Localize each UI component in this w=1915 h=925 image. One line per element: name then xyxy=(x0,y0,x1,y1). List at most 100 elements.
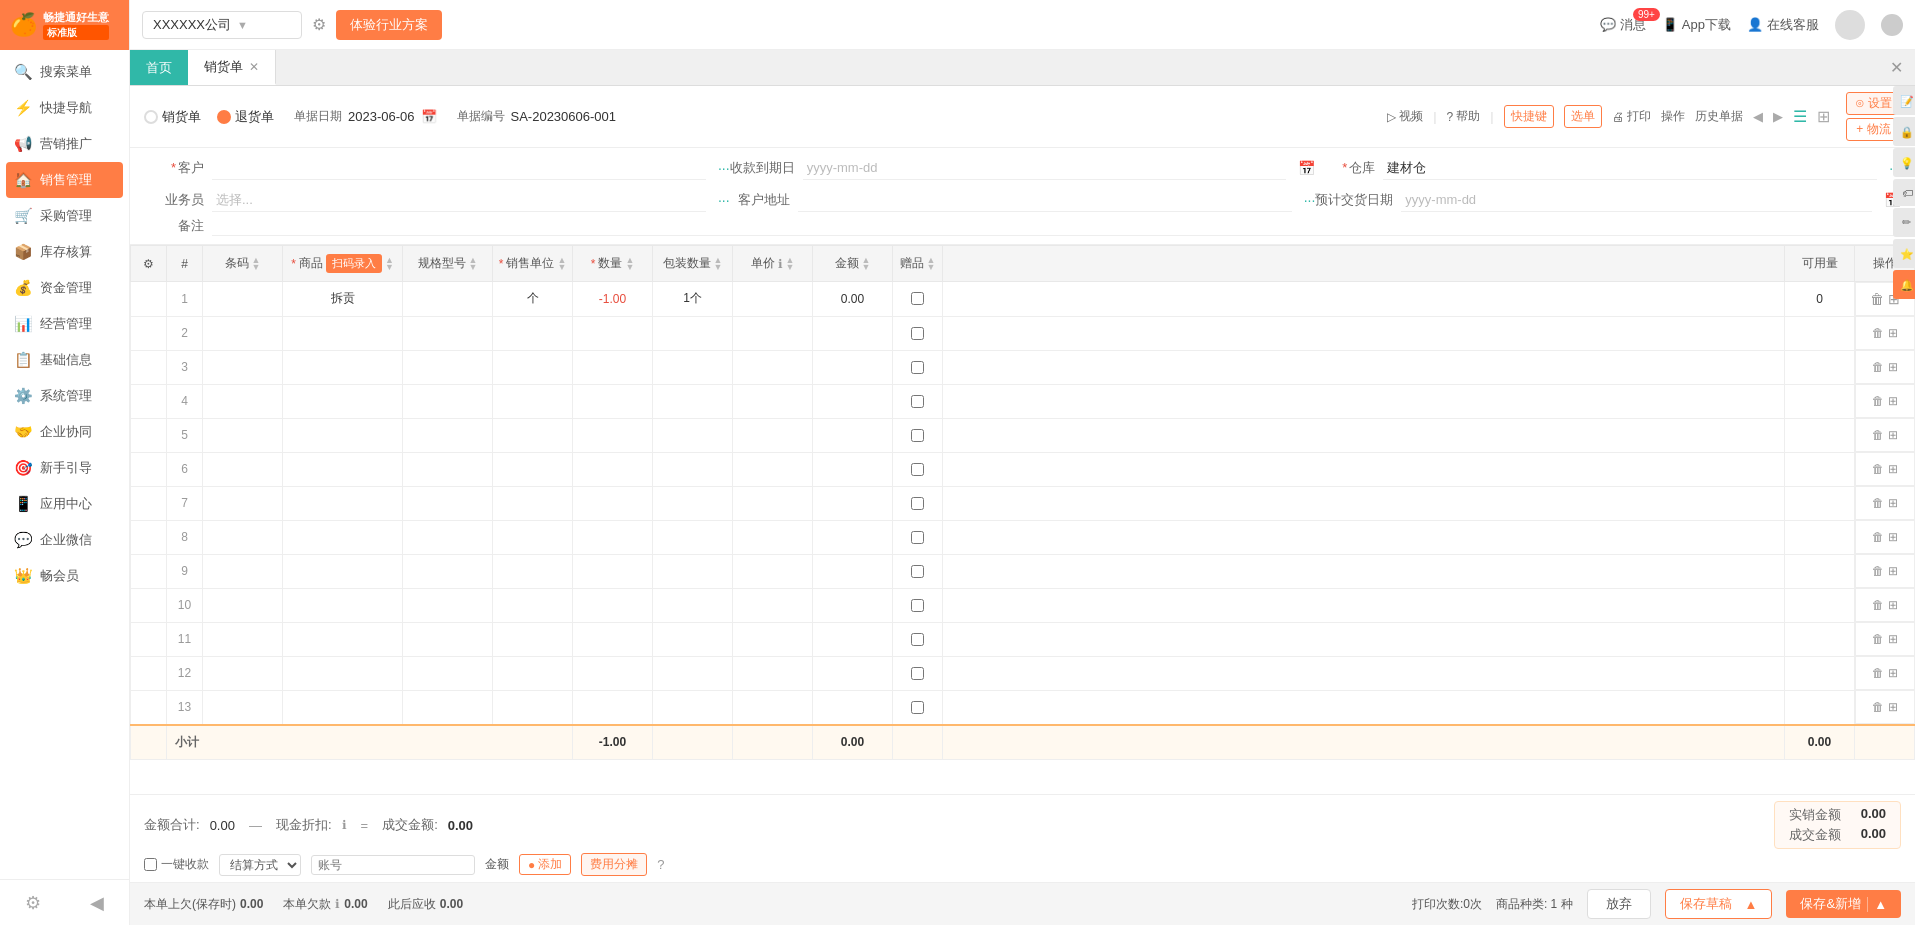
settle-method-select[interactable]: 结算方式 xyxy=(219,854,301,876)
tab-home[interactable]: 首页 xyxy=(130,50,188,85)
discount-info-icon[interactable]: ℹ xyxy=(342,818,347,832)
row1-unit[interactable]: 个 xyxy=(493,282,573,317)
right-panel-light-btn[interactable]: 💡 xyxy=(1893,148,1915,177)
sidebar-item-sales[interactable]: 🏠 销售管理 xyxy=(6,162,123,198)
payment-help-icon[interactable]: ? xyxy=(657,857,664,872)
row1-pack[interactable]: 1个 xyxy=(653,282,733,317)
save-new-btn[interactable]: 保存&新增 ▲ xyxy=(1786,890,1901,918)
right-panel-tag-btn[interactable]: 🏷 xyxy=(1893,179,1915,206)
row2-gift-checkbox[interactable] xyxy=(911,327,924,340)
due-date-calendar-icon[interactable]: 📅 xyxy=(1298,160,1315,176)
customer-addr-value[interactable] xyxy=(798,188,1292,212)
history-btn[interactable]: 历史单据 xyxy=(1695,108,1743,125)
fields-grid: 客户 ··· 收款到期日 yyyy-mm-dd 📅 仓库 建材仓 ··· xyxy=(144,156,1901,212)
row1-qty[interactable]: -1.00 xyxy=(573,282,653,317)
row1-gift[interactable] xyxy=(893,282,943,317)
discard-btn[interactable]: 放弃 xyxy=(1587,889,1651,919)
video-btn[interactable]: ▷ 视频 xyxy=(1387,108,1423,125)
expected-delivery-value[interactable]: yyyy-mm-dd xyxy=(1401,188,1872,212)
warehouse-value[interactable]: 建材仓 xyxy=(1383,156,1877,180)
nav-prev-btn[interactable]: ◀ xyxy=(1753,109,1763,124)
right-panel-star-btn[interactable]: ⭐ xyxy=(1893,239,1915,268)
unit-sort-icon[interactable]: ▲▼ xyxy=(557,257,566,270)
sidebar-item-system[interactable]: ⚙️ 系统管理 xyxy=(0,378,129,414)
row1-barcode[interactable] xyxy=(203,282,283,317)
arrears-info-icon[interactable]: ℹ xyxy=(335,897,340,911)
doc-date-group: 单据日期 2023-06-06 📅 xyxy=(294,108,437,125)
sidebar-item-inventory[interactable]: 📦 库存核算 xyxy=(0,234,129,270)
remarks-value[interactable] xyxy=(212,216,1901,236)
customer-addr-picker-btn[interactable]: ··· xyxy=(1304,192,1316,208)
right-panel-lock-btn[interactable]: 🔒 xyxy=(1893,117,1915,146)
sidebar-item-guide[interactable]: 🎯 新手引导 xyxy=(0,450,129,486)
row1-delete-btn[interactable]: 🗑 xyxy=(1870,291,1884,307)
price-sort-icon[interactable]: ▲▼ xyxy=(786,257,795,270)
topbar-gear-icon[interactable]: ⚙ xyxy=(312,15,326,34)
barcode-sort-icon[interactable]: ▲▼ xyxy=(252,257,261,270)
add-payment-btn[interactable]: ● 添加 xyxy=(519,854,571,875)
operation-btn[interactable]: 操作 xyxy=(1661,108,1685,125)
print-btn[interactable]: 🖨 打印 xyxy=(1612,108,1651,125)
sidebar-item-wechat[interactable]: 💬 企业微信 xyxy=(0,522,129,558)
row1-product[interactable]: 拆贡 xyxy=(283,282,403,317)
salesperson-value[interactable]: 选择... xyxy=(212,188,706,212)
sidebar-item-marketing[interactable]: 📢 营销推广 xyxy=(0,126,129,162)
scan-btn[interactable]: 扫码录入 xyxy=(326,254,382,273)
calendar-icon[interactable]: 📅 xyxy=(421,109,437,124)
customer-value[interactable] xyxy=(212,156,706,180)
customer-picker-btn[interactable]: ··· xyxy=(718,160,730,176)
online-service-btn[interactable]: 👤 在线客服 xyxy=(1747,16,1819,34)
sidebar-item-quick-nav[interactable]: ⚡ 快捷导航 xyxy=(0,90,129,126)
sidebar-item-search[interactable]: 🔍 搜索菜单 xyxy=(0,54,129,90)
row1-amount[interactable]: 0.00 xyxy=(813,282,893,317)
pack-sort-icon[interactable]: ▲▼ xyxy=(714,257,723,270)
select-btn[interactable]: 选单 xyxy=(1564,105,1602,128)
right-panel-edit-btn[interactable]: ✏ xyxy=(1893,208,1915,237)
user-avatar[interactable] xyxy=(1835,10,1865,40)
account-input[interactable] xyxy=(311,855,475,875)
view-grid-btn[interactable]: ⊞ xyxy=(1817,107,1830,126)
help-btn[interactable]: ? 帮助 xyxy=(1447,108,1481,125)
message-btn[interactable]: 💬 消息 99+ xyxy=(1600,16,1646,34)
row2-delete-btn[interactable]: 🗑 xyxy=(1872,326,1884,340)
sidebar-item-baseinfo[interactable]: 📋 基础信息 xyxy=(0,342,129,378)
tab-sales-order[interactable]: 销货单 ✕ xyxy=(188,50,276,85)
trial-btn[interactable]: 体验行业方案 xyxy=(336,10,442,40)
nav-next-btn[interactable]: ▶ xyxy=(1773,109,1783,124)
th-settings[interactable]: ⚙ xyxy=(131,246,167,282)
app-download-btn[interactable]: 📱 App下载 xyxy=(1662,16,1731,34)
user-avatar2[interactable] xyxy=(1881,14,1903,36)
one-click-checkbox[interactable] xyxy=(144,858,157,871)
sidebar-item-enterprise[interactable]: 🤝 企业协同 xyxy=(0,414,129,450)
sidebar-item-apps[interactable]: 📱 应用中心 xyxy=(0,486,129,522)
right-panel-notes-btn[interactable]: 📝 xyxy=(1893,86,1915,115)
sidebar-item-finance[interactable]: 💰 资金管理 xyxy=(0,270,129,306)
row1-price[interactable] xyxy=(733,282,813,317)
tab-close-btn[interactable]: ✕ xyxy=(249,60,259,74)
sidebar-item-members[interactable]: 👑 畅会员 xyxy=(0,558,129,594)
shortcut-btn[interactable]: 快捷键 xyxy=(1504,105,1554,128)
sidebar-collapse-btn[interactable]: ◀ xyxy=(90,892,104,914)
save-draft-btn[interactable]: 保存草稿 ▲ xyxy=(1665,889,1773,919)
radio-return-order[interactable]: 退货单 xyxy=(217,108,274,126)
salesperson-picker-btn[interactable]: ··· xyxy=(718,192,730,208)
row1-spec[interactable] xyxy=(403,282,493,317)
sidebar-item-business[interactable]: 📊 经营管理 xyxy=(0,306,129,342)
price-info-icon[interactable]: ℹ xyxy=(778,257,783,271)
row2-copy-btn[interactable]: ⊞ xyxy=(1888,326,1898,340)
due-date-value[interactable]: yyyy-mm-dd xyxy=(803,156,1287,180)
company-selector[interactable]: XXXXXX公司 ▼ xyxy=(142,11,302,39)
expense-btn[interactable]: 费用分摊 xyxy=(581,853,647,876)
radio-sales-order[interactable]: 销货单 xyxy=(144,108,201,126)
sidebar-settings-btn[interactable]: ⚙ xyxy=(25,892,41,914)
spec-sort-icon[interactable]: ▲▼ xyxy=(469,257,478,270)
gift-sort-icon[interactable]: ▲▼ xyxy=(927,257,936,270)
qty-sort-icon[interactable]: ▲▼ xyxy=(625,257,634,270)
view-list-btn[interactable]: ☰ xyxy=(1793,107,1807,126)
tab-bar-close-btn[interactable]: ✕ xyxy=(1878,58,1915,77)
sidebar-item-purchase[interactable]: 🛒 采购管理 xyxy=(0,198,129,234)
row1-gift-checkbox[interactable] xyxy=(911,292,924,305)
amount-sort-icon[interactable]: ▲▼ xyxy=(862,257,871,270)
right-panel-notify-btn[interactable]: 🔔 xyxy=(1893,270,1915,299)
product-sort-icon[interactable]: ▲▼ xyxy=(385,257,394,270)
